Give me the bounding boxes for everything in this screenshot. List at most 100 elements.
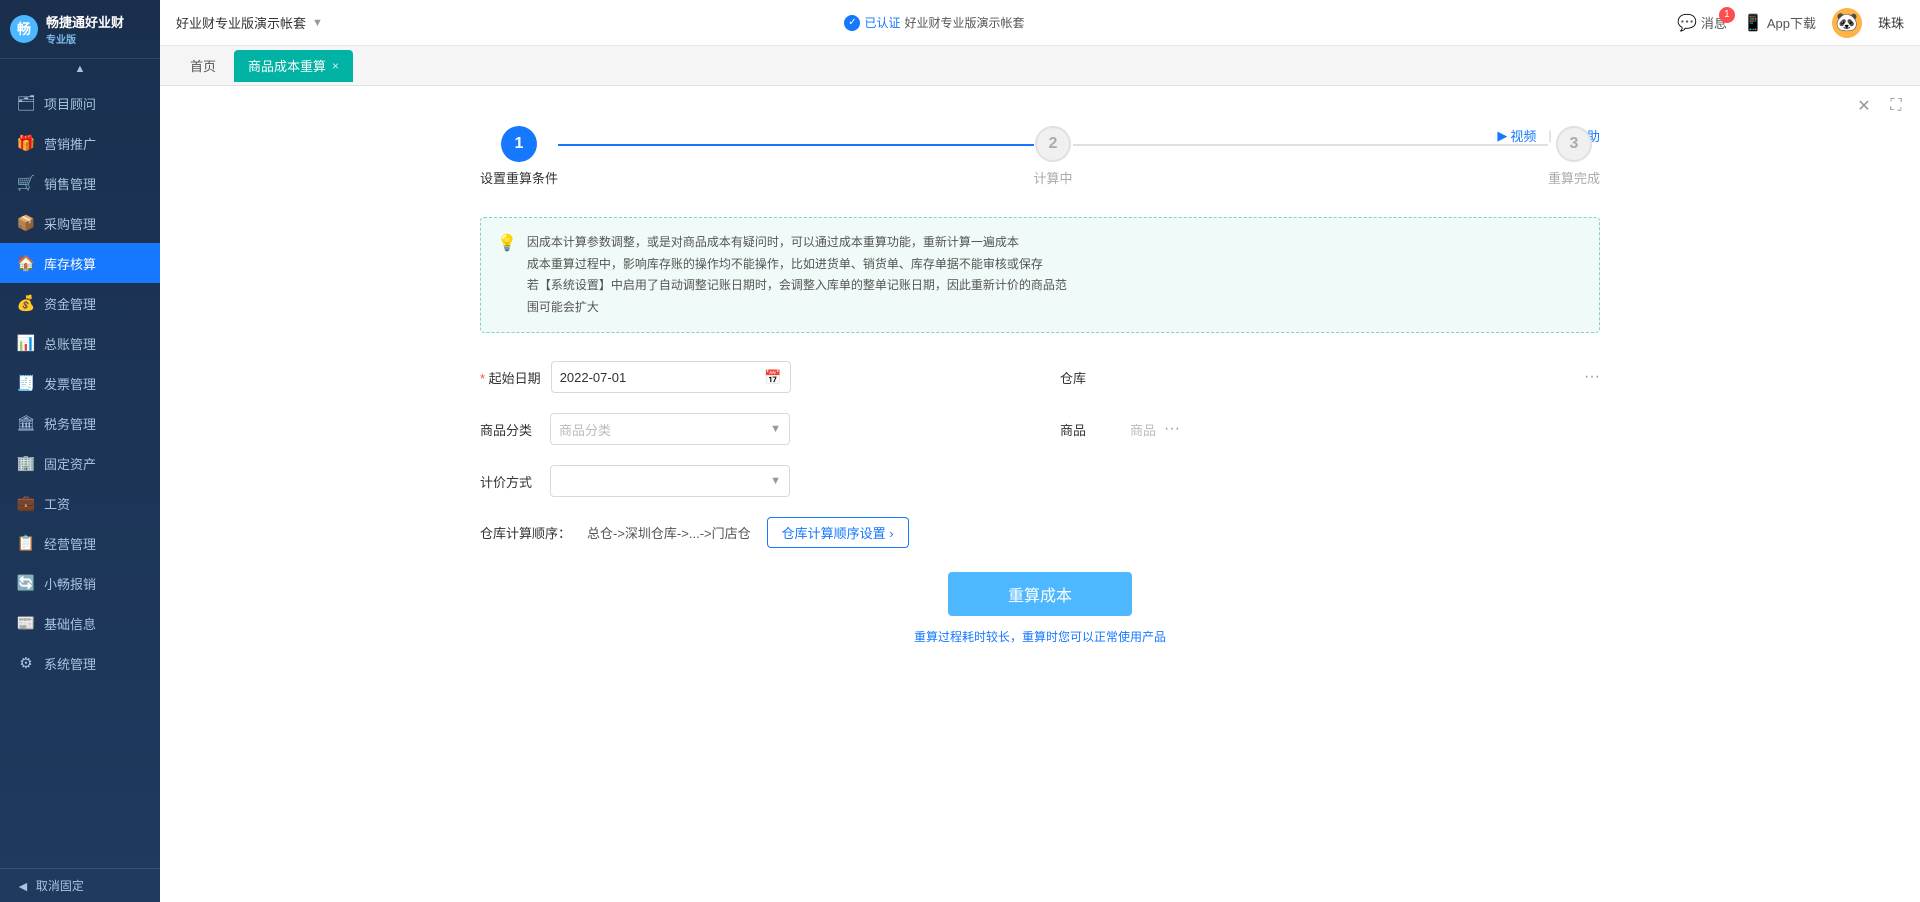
account-dropdown-icon: ▼: [312, 17, 323, 29]
category-select[interactable]: 商品分类 ▼: [550, 413, 790, 445]
sidebar-item-project[interactable]: 🗂 项目顾问: [0, 83, 160, 123]
sidebar-item-payroll[interactable]: 💼 工资: [0, 483, 160, 523]
sidebar-item-operations[interactable]: 📋 经营管理: [0, 523, 160, 563]
sidebar-item-label: 资金管理: [44, 294, 96, 313]
user-name: 珠珠: [1878, 13, 1904, 32]
app-download-button[interactable]: 📱 App下载: [1743, 13, 1816, 33]
company-name: 好业财专业版演示帐套: [905, 14, 1025, 31]
recalculate-button[interactable]: 重算成本: [948, 572, 1132, 616]
sidebar-item-accounting[interactable]: 📊 总账管理: [0, 323, 160, 363]
main: 好业财专业版演示帐套 ▼ ✓ 已认证 好业财专业版演示帐套 💬 消息 1 📱 A…: [160, 0, 1920, 902]
account-name: 好业财专业版演示帐套: [176, 13, 306, 32]
sidebar: 畅 畅捷通好业财 专业版 ▲ 🗂 项目顾问 🎁 营销推广 🛒 销售管理 📦 采购…: [0, 0, 160, 902]
topbar-right: 💬 消息 1 📱 App下载 🐼 珠珠: [1677, 8, 1904, 38]
logo-icon: 畅: [10, 15, 38, 43]
warehouse-more-button[interactable]: ···: [1584, 368, 1600, 386]
close-window-button[interactable]: ✕: [1852, 94, 1876, 118]
system-icon: ⚙: [16, 653, 36, 673]
info-box: 💡 因成本计算参数调整，或是对商品成本有疑问时，可以通过成本重算功能，重新计算一…: [480, 217, 1600, 333]
calendar-icon[interactable]: 📅: [764, 369, 781, 386]
logo-text: 畅捷通好业财 专业版: [46, 12, 124, 46]
sidebar-item-label: 项目顾问: [44, 94, 96, 113]
category-dropdown-icon: ▼: [770, 423, 781, 435]
operations-icon: 📋: [16, 533, 36, 553]
tabs-bar: 首页 商品成本重算 ×: [160, 46, 1920, 86]
sidebar-footer-label: 取消固定: [36, 877, 84, 894]
info-icon: 💡: [497, 233, 517, 318]
sidebar-unpin[interactable]: ◄ 取消固定: [0, 868, 160, 902]
sidebar-item-marketing[interactable]: 🎁 营销推广: [0, 123, 160, 163]
inventory-icon: 🏠: [16, 253, 36, 273]
verified-text: 已认证: [864, 14, 900, 31]
logo-title: 畅捷通好业财: [46, 12, 124, 31]
topbar: 好业财专业版演示帐套 ▼ ✓ 已认证 好业财专业版演示帐套 💬 消息 1 📱 A…: [160, 0, 1920, 46]
message-button[interactable]: 💬 消息 1: [1677, 13, 1727, 33]
sidebar-item-label: 系统管理: [44, 654, 96, 673]
tab-recalc-label: 商品成本重算: [248, 56, 326, 75]
form-row-2: 商品分类 商品分类 ▼ 商品 商品 ···: [480, 413, 1600, 445]
video-link[interactable]: ▶ 视频: [1497, 126, 1536, 145]
sidebar-item-label: 营销推广: [44, 134, 96, 153]
sidebar-item-label: 采购管理: [44, 214, 96, 233]
close-icon: ✕: [1857, 96, 1870, 116]
start-date-input[interactable]: 2022-07-01 📅: [551, 361, 791, 393]
message-badge: 1: [1719, 7, 1735, 23]
tax-icon: 🏛: [16, 413, 36, 433]
sidebar-item-finance[interactable]: 💰 资金管理: [0, 283, 160, 323]
assets-icon: 🏢: [16, 453, 36, 473]
sidebar-item-purchase[interactable]: 📦 采购管理: [0, 203, 160, 243]
form-row-1: 起始日期 2022-07-01 📅 仓库 ···: [480, 361, 1600, 393]
step-line-1: [558, 144, 1033, 146]
user-avatar[interactable]: 🐼: [1832, 8, 1862, 38]
accounting-icon: 📊: [16, 333, 36, 353]
pricing-dropdown-icon: ▼: [770, 475, 781, 487]
step-1-label: 设置重算条件: [480, 168, 558, 187]
topbar-account[interactable]: 好业财专业版演示帐套 ▼: [176, 13, 828, 32]
expand-window-button[interactable]: ⛶: [1884, 94, 1908, 118]
step-1: 1 设置重算条件: [480, 126, 558, 187]
step-3-label: 重算完成: [1548, 168, 1600, 187]
sidebar-item-invoice[interactable]: 🧾 发票管理: [0, 363, 160, 403]
sidebar-item-assets[interactable]: 🏢 固定资产: [0, 443, 160, 483]
warehouse-order-settings-button[interactable]: 仓库计算顺序设置 ›: [767, 517, 909, 548]
category-placeholder: 商品分类: [559, 420, 611, 439]
sidebar-item-label: 税务管理: [44, 414, 96, 433]
phone-icon: 📱: [1743, 13, 1763, 33]
message-icon: 💬: [1677, 13, 1697, 33]
tab-recalc[interactable]: 商品成本重算 ×: [234, 50, 353, 82]
sidebar-item-label: 经营管理: [44, 534, 96, 553]
stepper: 1 设置重算条件 2 计算中 3 重算完成: [480, 126, 1600, 187]
warehouse-order-label: 仓库计算顺序：: [480, 523, 571, 542]
finance-icon: 💰: [16, 293, 36, 313]
sidebar-item-label: 小畅报销: [44, 574, 96, 593]
sidebar-item-inventory[interactable]: 🏠 库存核算: [0, 243, 160, 283]
step-2-label: 计算中: [1034, 168, 1073, 187]
category-field: 商品分类 商品分类 ▼: [480, 413, 1020, 445]
action-area: 重算成本 重算过程耗时较长，重算时您可以正常使用产品: [480, 572, 1600, 645]
start-date-label: 起始日期: [480, 368, 541, 387]
form-section: 起始日期 2022-07-01 📅 仓库 ···: [480, 361, 1600, 645]
sidebar-item-basic[interactable]: 📰 基础信息: [0, 603, 160, 643]
sidebar-item-expense[interactable]: 🔄 小畅报销: [0, 563, 160, 603]
sidebar-item-sales[interactable]: 🛒 销售管理: [0, 163, 160, 203]
goods-label: 商品: [1060, 420, 1120, 439]
app-download-label: App下载: [1767, 13, 1816, 32]
sidebar-scroll-up[interactable]: ▲: [0, 59, 160, 79]
sidebar-item-label: 发票管理: [44, 374, 96, 393]
pricing-select[interactable]: ▼: [550, 465, 790, 497]
sidebar-item-system[interactable]: ⚙ 系统管理: [0, 643, 160, 683]
sidebar-item-label: 基础信息: [44, 614, 96, 633]
warehouse-order-row: 仓库计算顺序： 总仓->深圳仓库->...->门店仓 仓库计算顺序设置 ›: [480, 517, 1600, 548]
warehouse-label: 仓库: [1060, 368, 1120, 387]
step-1-circle: 1: [501, 126, 537, 162]
goods-more-button[interactable]: ···: [1164, 420, 1180, 438]
tab-home[interactable]: 首页: [176, 50, 230, 82]
sidebar-nav: 🗂 项目顾问 🎁 营销推广 🛒 销售管理 📦 采购管理 🏠 库存核算 💰 资金管…: [0, 79, 160, 868]
unpin-icon: ◄: [16, 878, 30, 894]
sidebar-item-tax[interactable]: 🏛 税务管理: [0, 403, 160, 443]
sidebar-item-label: 工资: [44, 494, 70, 513]
goods-field: 商品 商品 ···: [1060, 420, 1600, 439]
tab-close-icon[interactable]: ×: [332, 59, 339, 73]
sidebar-item-label: 固定资产: [44, 454, 96, 473]
topbar-verified: ✓ 已认证 好业财专业版演示帐套: [844, 14, 1024, 31]
